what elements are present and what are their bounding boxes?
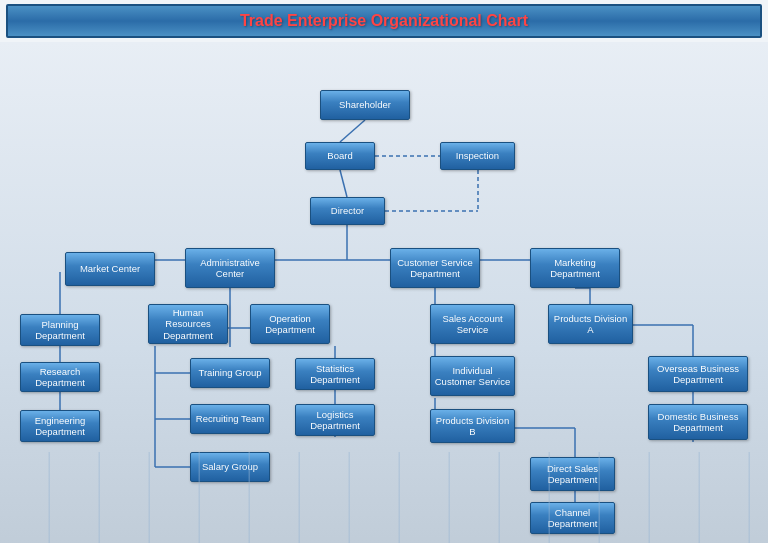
overseas-biz-box: Overseas Business Department xyxy=(648,356,748,392)
logistics-dept-box: Logistics Department xyxy=(295,404,375,436)
market-center-box: Market Center xyxy=(65,252,155,286)
page-title: Trade Enterprise Organizational Chart xyxy=(240,12,528,29)
products-div-a-box: Products Division A xyxy=(548,304,633,344)
chart-area: Shareholder Board Inspection Director Ma… xyxy=(0,42,768,543)
recruiting-team-box: Recruiting Team xyxy=(190,404,270,434)
svg-line-1 xyxy=(340,170,347,197)
planning-dept-box: Planning Department xyxy=(20,314,100,346)
training-group-box: Training Group xyxy=(190,358,270,388)
engineering-dept-box: Engineering Department xyxy=(20,410,100,442)
salary-group-box: Salary Group xyxy=(190,452,270,482)
header: Trade Enterprise Organizational Chart xyxy=(0,4,768,38)
svg-line-0 xyxy=(340,120,365,142)
inspection-box: Inspection xyxy=(440,142,515,170)
director-box: Director xyxy=(310,197,385,225)
direct-sales-box: Direct Sales Department xyxy=(530,457,615,491)
products-div-b-box: Products Division B xyxy=(430,409,515,443)
marketing-dept-box: Marketing Department xyxy=(530,248,620,288)
shareholder-box: Shareholder xyxy=(320,90,410,120)
board-box: Board xyxy=(305,142,375,170)
research-dept-box: Research Department xyxy=(20,362,100,392)
domestic-biz-box: Domestic Business Department xyxy=(648,404,748,440)
sales-account-box: Sales Account Service xyxy=(430,304,515,344)
channel-dept-box: Channel Department xyxy=(530,502,615,534)
individual-cs-box: Individual Customer Service xyxy=(430,356,515,396)
admin-center-box: Administrative Center xyxy=(185,248,275,288)
statistics-dept-box: Statistics Department xyxy=(295,358,375,390)
hr-dept-box: Human Resources Department xyxy=(148,304,228,344)
operation-dept-box: Operation Department xyxy=(250,304,330,344)
customer-service-dept-box: Customer Service Department xyxy=(390,248,480,288)
